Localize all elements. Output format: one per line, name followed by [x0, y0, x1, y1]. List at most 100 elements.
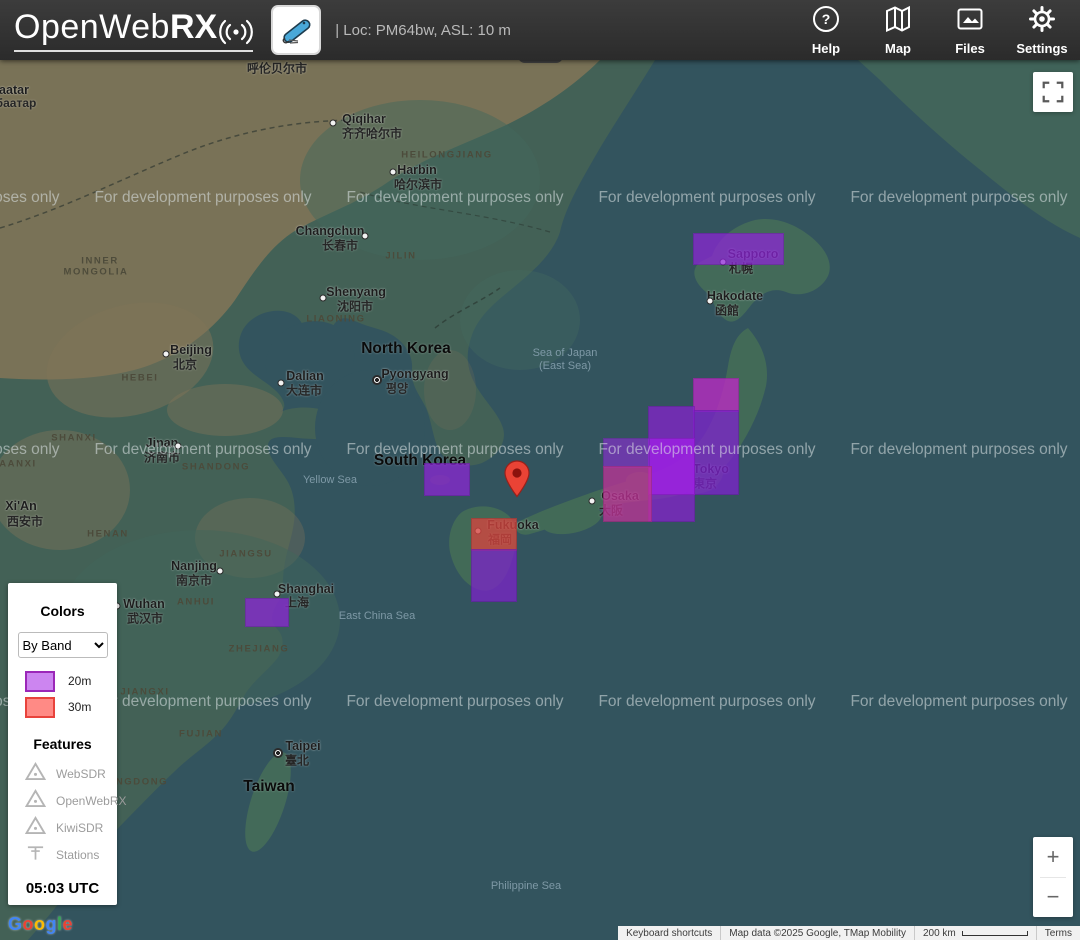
google-logo-letter: o [23, 914, 35, 934]
scale-bar [962, 931, 1028, 936]
map-label-city-sub: 哈尔滨市 [394, 176, 442, 193]
capital-dot-icon [372, 375, 382, 385]
feature-label: OpenWebRX [56, 794, 126, 808]
band-report-rect[interactable] [603, 466, 652, 522]
map-label-province: INNER [81, 256, 119, 267]
color-mode-select[interactable]: By Band [18, 632, 108, 658]
city-dot-icon [589, 498, 596, 505]
feature-label: WebSDR [56, 767, 106, 781]
zoom-controls: + − [1033, 837, 1073, 917]
map-label-city-sub: 北京 [173, 356, 197, 373]
band-report-rect[interactable] [693, 410, 739, 495]
band-report-rect[interactable] [648, 438, 695, 495]
band-report-rect[interactable] [693, 233, 784, 265]
nav-item-help[interactable]: ? Help [800, 4, 852, 56]
scale-control: 200 km [914, 926, 1036, 940]
zoom-in-button[interactable]: + [1033, 837, 1073, 877]
zoom-out-button[interactable]: − [1033, 878, 1073, 918]
band-report-rect[interactable] [424, 463, 470, 496]
triangle-dot-icon [25, 789, 46, 813]
map-label-country: North Korea [361, 340, 451, 358]
triangle-dot-icon [25, 816, 46, 840]
fullscreen-icon [1040, 79, 1066, 105]
map-label-city-sub: 南京市 [176, 572, 212, 589]
map-icon [883, 4, 913, 39]
map-label-city-sub: баатар [0, 96, 36, 110]
map-label-city-sub: 大连市 [286, 382, 322, 399]
settings-icon [1027, 4, 1057, 39]
svg-text:?: ? [822, 11, 831, 27]
band-report-rect[interactable] [603, 438, 650, 468]
band-legend-row: 30m [8, 694, 117, 720]
map-label-sea: East China Sea [339, 610, 415, 622]
city-dot-icon [320, 295, 327, 302]
features-title: Features [33, 736, 91, 752]
google-logo-letter: g [46, 914, 58, 934]
band-report-rect[interactable] [471, 518, 517, 551]
city-dot-icon [390, 169, 397, 176]
map-label-province: NGDONG [116, 777, 168, 788]
band-label: 20m [68, 674, 91, 688]
map-label-city-sub: 济南市 [144, 449, 180, 466]
feature-toggle-openwebrx[interactable]: OpenWebRX [8, 787, 117, 814]
map-label-country: Taiwan [243, 778, 294, 796]
band-label: 30m [68, 700, 91, 714]
map-label-city-sub: 呼伦贝尔市 [247, 60, 307, 77]
colors-title: Colors [40, 603, 84, 619]
locator-text: | Loc: PM64bw, ASL: 10 m [335, 22, 511, 39]
header-nav: ? Help Map Files Settings [800, 4, 1068, 56]
feature-toggle-list: WebSDR OpenWebRXKiwiSDR Stations [8, 760, 117, 868]
map-label-province: JIANGXI [120, 687, 169, 698]
band-report-rect[interactable] [245, 598, 289, 627]
map-label-province: LIAONING [306, 314, 365, 325]
map-label-province: SHANDONG [182, 462, 250, 473]
fullscreen-button[interactable] [1033, 72, 1073, 112]
feature-toggle-kiwisdr[interactable]: KiwiSDR [8, 814, 117, 841]
map-label-province: HEILONGJIANG [401, 150, 493, 161]
map-canvas[interactable]: 呼伦贝尔市aatarбаатарQiqihar齐齐哈尔市HEILONGJIANG… [0, 60, 1080, 940]
map-label-province: MONGOLIA [63, 267, 128, 278]
scale-text: 200 km [923, 928, 956, 939]
map-label-province: ANHUI [177, 597, 215, 608]
triangle-dot-icon [25, 762, 46, 786]
openwebrx-logo: OpenWeb RX [14, 8, 253, 52]
map-label-sea: Yellow Sea [303, 474, 357, 486]
map-label-city-sub: 평양 [386, 380, 408, 397]
keyboard-shortcuts-link[interactable]: Keyboard shortcuts [618, 926, 720, 940]
receiver-location-marker[interactable] [504, 460, 530, 498]
band-color-swatch [25, 697, 55, 718]
nav-item-files[interactable]: Files [944, 4, 996, 56]
feature-toggle-stations[interactable]: Stations [8, 841, 117, 868]
nav-item-label: Map [885, 41, 911, 56]
map-label-province: SHANXI [51, 433, 97, 444]
map-label-city: Xi'An [5, 499, 36, 513]
map-label-province: AANXI [0, 459, 37, 470]
antenna-icon [25, 843, 46, 867]
feature-toggle-websdr[interactable]: WebSDR [8, 760, 117, 787]
city-dot-icon [217, 568, 224, 575]
google-logo[interactable]: Google [8, 914, 73, 935]
map-label-province: JIANGSU [219, 549, 272, 560]
map-label-city-sub: 西安市 [7, 513, 43, 530]
map-label-city-sub: 齐齐哈尔市 [342, 125, 402, 142]
nav-item-settings[interactable]: Settings [1016, 4, 1068, 56]
map-attribution-bar: Keyboard shortcuts Map data ©2025 Google… [618, 926, 1080, 940]
google-logo-letter: o [34, 914, 46, 934]
feature-label: Stations [56, 848, 99, 862]
map-label-city-sub: 臺北 [285, 752, 309, 769]
nav-item-map[interactable]: Map [872, 4, 924, 56]
nav-item-label: Files [955, 41, 985, 56]
utc-clock: 05:03 UTC [26, 880, 99, 897]
pocket-knife-icon [277, 11, 315, 49]
capital-dot-icon [273, 748, 283, 758]
receiver-avatar-button[interactable] [271, 5, 321, 55]
google-logo-letter: G [8, 914, 23, 934]
band-report-rect[interactable] [693, 378, 739, 412]
terms-link[interactable]: Terms [1036, 926, 1080, 940]
city-dot-icon [362, 233, 369, 240]
city-dot-icon [330, 120, 337, 127]
band-report-rect[interactable] [471, 549, 517, 602]
nav-item-label: Help [812, 41, 840, 56]
google-logo-letter: e [63, 914, 74, 934]
city-dot-icon [175, 443, 182, 450]
